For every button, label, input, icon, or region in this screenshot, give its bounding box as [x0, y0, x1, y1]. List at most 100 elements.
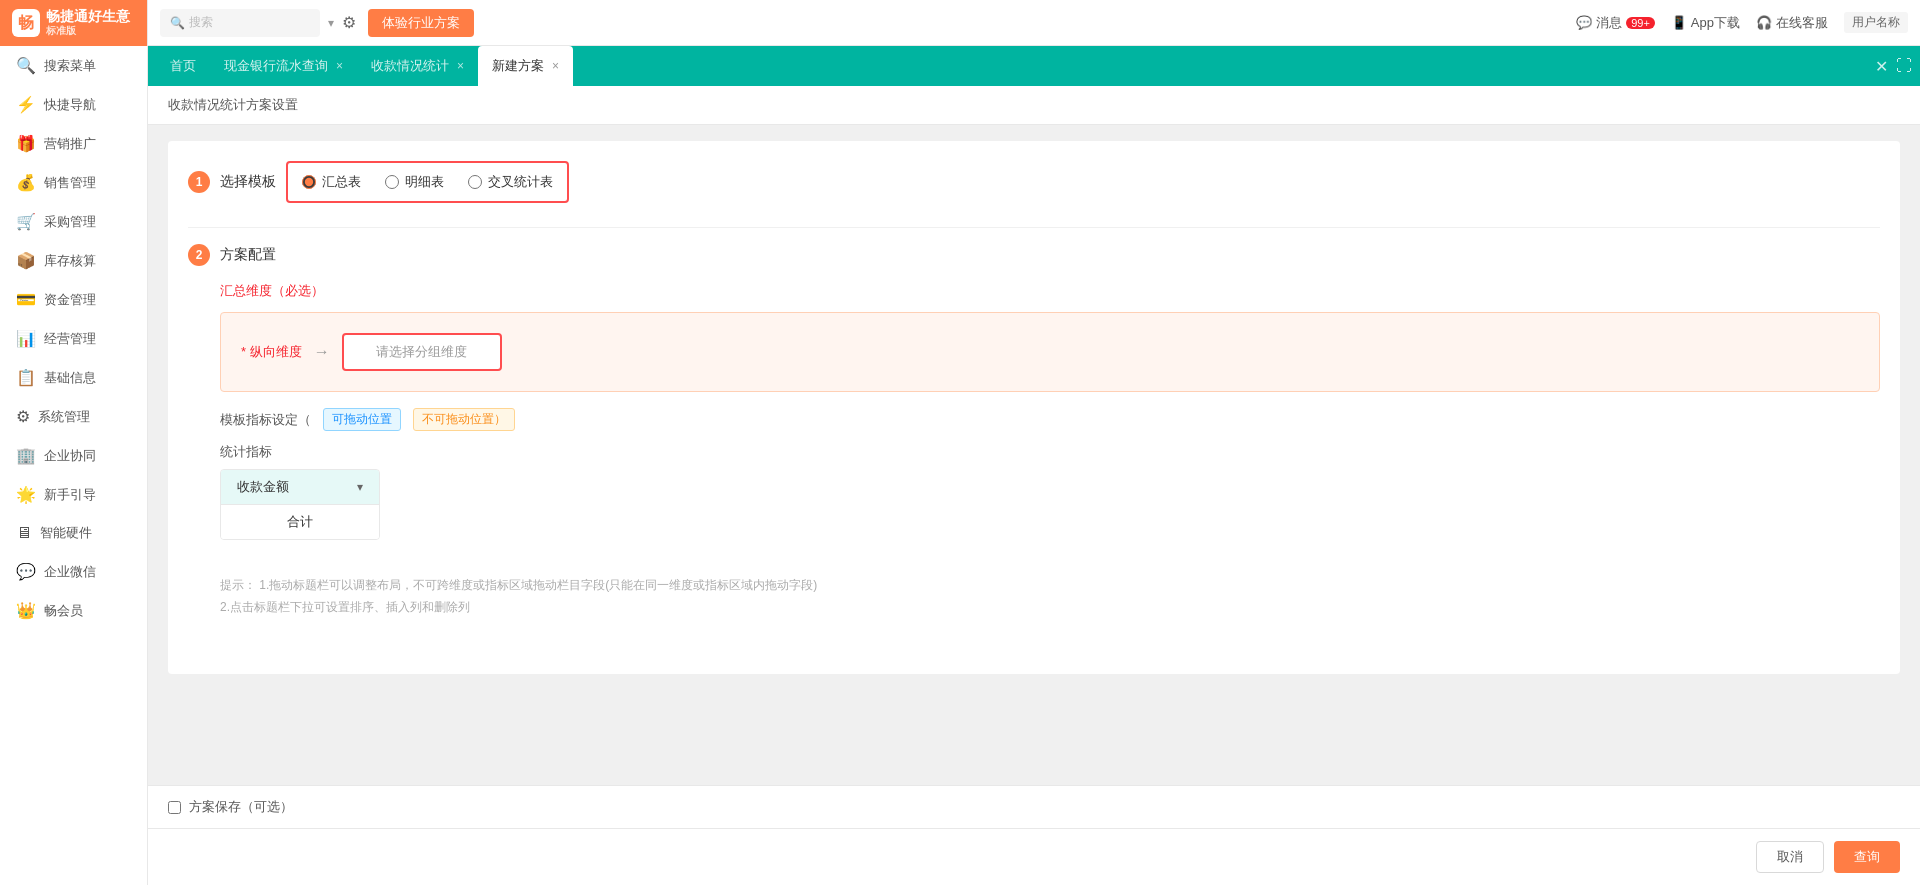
step2-header: 2 方案配置	[188, 244, 1880, 266]
non-draggable-tag: 不可拖动位置）	[413, 408, 515, 431]
download-btn[interactable]: 📱 App下载	[1671, 14, 1740, 32]
service-btn[interactable]: 🎧 在线客服	[1756, 14, 1828, 32]
inventory-icon: 📦	[16, 251, 36, 270]
tab-receipt-stat-close[interactable]: ×	[457, 59, 464, 73]
tabbar-actions: ✕ ⛶	[1875, 57, 1912, 76]
radio-cross[interactable]: 交叉统计表	[468, 173, 553, 191]
template-selection: 汇总表 明细表 交叉统计表	[286, 161, 569, 203]
search-box[interactable]: 🔍 搜索	[160, 9, 320, 37]
basic-info-icon: 📋	[16, 368, 36, 387]
step1-num: 1	[188, 171, 210, 193]
tab-bank-flow[interactable]: 现金银行流水查询 ×	[210, 46, 357, 86]
sidebar-item-guide[interactable]: 🌟 新手引导	[0, 475, 147, 514]
indicator-table-header: 收款金额 ▾	[221, 470, 379, 505]
system-icon: ⚙	[16, 407, 30, 426]
download-icon: 📱	[1671, 15, 1687, 30]
search-icon: 🔍	[170, 16, 185, 30]
radio-detail-input[interactable]	[385, 175, 399, 189]
message-btn[interactable]: 💬 消息 99+	[1576, 14, 1655, 32]
guide-icon: 🌟	[16, 485, 36, 504]
sidebar-item-inventory[interactable]: 📦 库存核算	[0, 241, 147, 280]
step2-num: 2	[188, 244, 210, 266]
sidebar-item-operation[interactable]: 📊 经营管理	[0, 319, 147, 358]
indicator-table-row: 合计	[221, 505, 379, 539]
smart-hw-icon: 🖥	[16, 524, 32, 542]
hint-area: 提示： 1.拖动标题栏可以调整布局，不可跨维度或指标区域拖动栏目字段(只能在同一…	[220, 563, 1880, 630]
operation-icon: 📊	[16, 329, 36, 348]
footer-bar: 取消 查询	[148, 828, 1920, 885]
indicator-section: 模板指标设定（ 可拖动位置 不可拖动位置） 统计指标	[220, 408, 1880, 630]
hint-1: 提示： 1.拖动标题栏可以调整布局，不可跨维度或指标区域拖动栏目字段(只能在同一…	[220, 575, 1880, 597]
page-body: 1 选择模板 汇总表 明细表	[148, 125, 1920, 785]
sidebar-item-wechat[interactable]: 💬 企业微信	[0, 552, 147, 591]
indicator-table: 收款金额 ▾ 合计	[220, 469, 380, 540]
tab-close-all-icon[interactable]: ✕	[1875, 57, 1888, 76]
tab-new-plan-close[interactable]: ×	[552, 59, 559, 73]
sidebar-item-enterprise[interactable]: 🏢 企业协同	[0, 436, 147, 475]
sidebar-item-search-menu[interactable]: 🔍 搜索菜单	[0, 46, 147, 85]
step1-title: 选择模板	[220, 173, 276, 191]
service-icon: 🎧	[1756, 15, 1772, 30]
main-area: 🔍 搜索 ▾ ⚙ 体验行业方案 💬 消息 99+ 📱 App下载 🎧 在线客服 …	[148, 0, 1920, 885]
dim-arrow-icon: →	[314, 343, 330, 361]
message-badge: 99+	[1626, 17, 1655, 29]
stat-label: 统计指标	[220, 443, 1880, 461]
topbar: 🔍 搜索 ▾ ⚙ 体验行业方案 💬 消息 99+ 📱 App下载 🎧 在线客服 …	[148, 0, 1920, 46]
sales-icon: 💰	[16, 173, 36, 192]
radio-summary[interactable]: 汇总表	[302, 173, 361, 191]
topbar-chevron-icon[interactable]: ▾	[328, 16, 334, 30]
sidebar-item-marketing[interactable]: 🎁 营销推广	[0, 124, 147, 163]
sidebar-item-sales[interactable]: 💰 销售管理	[0, 163, 147, 202]
tab-expand-icon[interactable]: ⛶	[1896, 57, 1912, 76]
member-icon: 👑	[16, 601, 36, 620]
sidebar-item-system[interactable]: ⚙ 系统管理	[0, 397, 147, 436]
sidebar-item-basic-info[interactable]: 📋 基础信息	[0, 358, 147, 397]
dimension-area: * 纵向维度 → 请选择分组维度	[220, 312, 1880, 392]
step2-title: 方案配置	[220, 246, 276, 264]
tab-receipt-stat[interactable]: 收款情况统计 ×	[357, 46, 478, 86]
radio-summary-input[interactable]	[302, 175, 316, 189]
sidebar: 畅 畅捷通好生意 标准版 🔍 搜索菜单 ⚡ 快捷导航 🎁 营销推广 💰 销售管理…	[0, 0, 148, 885]
step1-section: 1 选择模板 汇总表 明细表	[188, 161, 1880, 203]
message-icon: 💬	[1576, 15, 1592, 30]
sidebar-item-finance[interactable]: 💳 资金管理	[0, 280, 147, 319]
topbar-gear-icon[interactable]: ⚙	[342, 13, 356, 32]
sidebar-item-quick-nav[interactable]: ⚡ 快捷导航	[0, 85, 147, 124]
topbar-right: 💬 消息 99+ 📱 App下载 🎧 在线客服 用户名称	[1576, 12, 1908, 33]
indicator-dropdown-icon[interactable]: ▾	[357, 480, 363, 494]
quick-nav-icon: ⚡	[16, 95, 36, 114]
finance-icon: 💳	[16, 290, 36, 309]
enterprise-icon: 🏢	[16, 446, 36, 465]
indicator-header: 模板指标设定（ 可拖动位置 不可拖动位置）	[220, 408, 1880, 431]
dimension-row-label: * 纵向维度	[241, 343, 302, 361]
tab-bank-flow-close[interactable]: ×	[336, 59, 343, 73]
tab-new-plan[interactable]: 新建方案 ×	[478, 46, 573, 86]
save-section: 方案保存（可选）	[148, 785, 1920, 828]
sidebar-item-purchase[interactable]: 🛒 采购管理	[0, 202, 147, 241]
draggable-tag: 可拖动位置	[323, 408, 401, 431]
cancel-button[interactable]: 取消	[1756, 841, 1824, 873]
search-placeholder: 搜索	[189, 14, 213, 31]
step2-section: 2 方案配置 汇总维度（必选） * 纵向维度 → 请选择分组维度	[188, 244, 1880, 630]
sidebar-logo: 畅 畅捷通好生意 标准版	[0, 0, 147, 46]
query-button[interactable]: 查询	[1834, 841, 1900, 873]
logo-icon: 畅	[12, 9, 40, 37]
dimension-selector[interactable]: 请选择分组维度	[342, 333, 502, 371]
save-checkbox[interactable]	[168, 801, 181, 814]
logo-subtext: 标准版	[46, 24, 130, 38]
marketing-icon: 🎁	[16, 134, 36, 153]
sidebar-item-member[interactable]: 👑 畅会员	[0, 591, 147, 630]
breadcrumb: 收款情况统计方案设置	[168, 97, 298, 112]
radio-detail[interactable]: 明细表	[385, 173, 444, 191]
save-label: 方案保存（可选）	[189, 798, 293, 816]
purchase-icon: 🛒	[16, 212, 36, 231]
hint-2: 2.点击标题栏下拉可设置排序、插入列和删除列	[220, 597, 1880, 619]
content-area: 收款情况统计方案设置 1 选择模板 汇总表	[148, 86, 1920, 885]
search-menu-icon: 🔍	[16, 56, 36, 75]
industry-btn[interactable]: 体验行业方案	[368, 9, 474, 37]
tab-home[interactable]: 首页	[156, 46, 210, 86]
tabbar: 首页 现金银行流水查询 × 收款情况统计 × 新建方案 × ✕ ⛶	[148, 46, 1920, 86]
radio-cross-input[interactable]	[468, 175, 482, 189]
page-header: 收款情况统计方案设置	[148, 86, 1920, 125]
sidebar-item-smart-hw[interactable]: 🖥 智能硬件	[0, 514, 147, 552]
